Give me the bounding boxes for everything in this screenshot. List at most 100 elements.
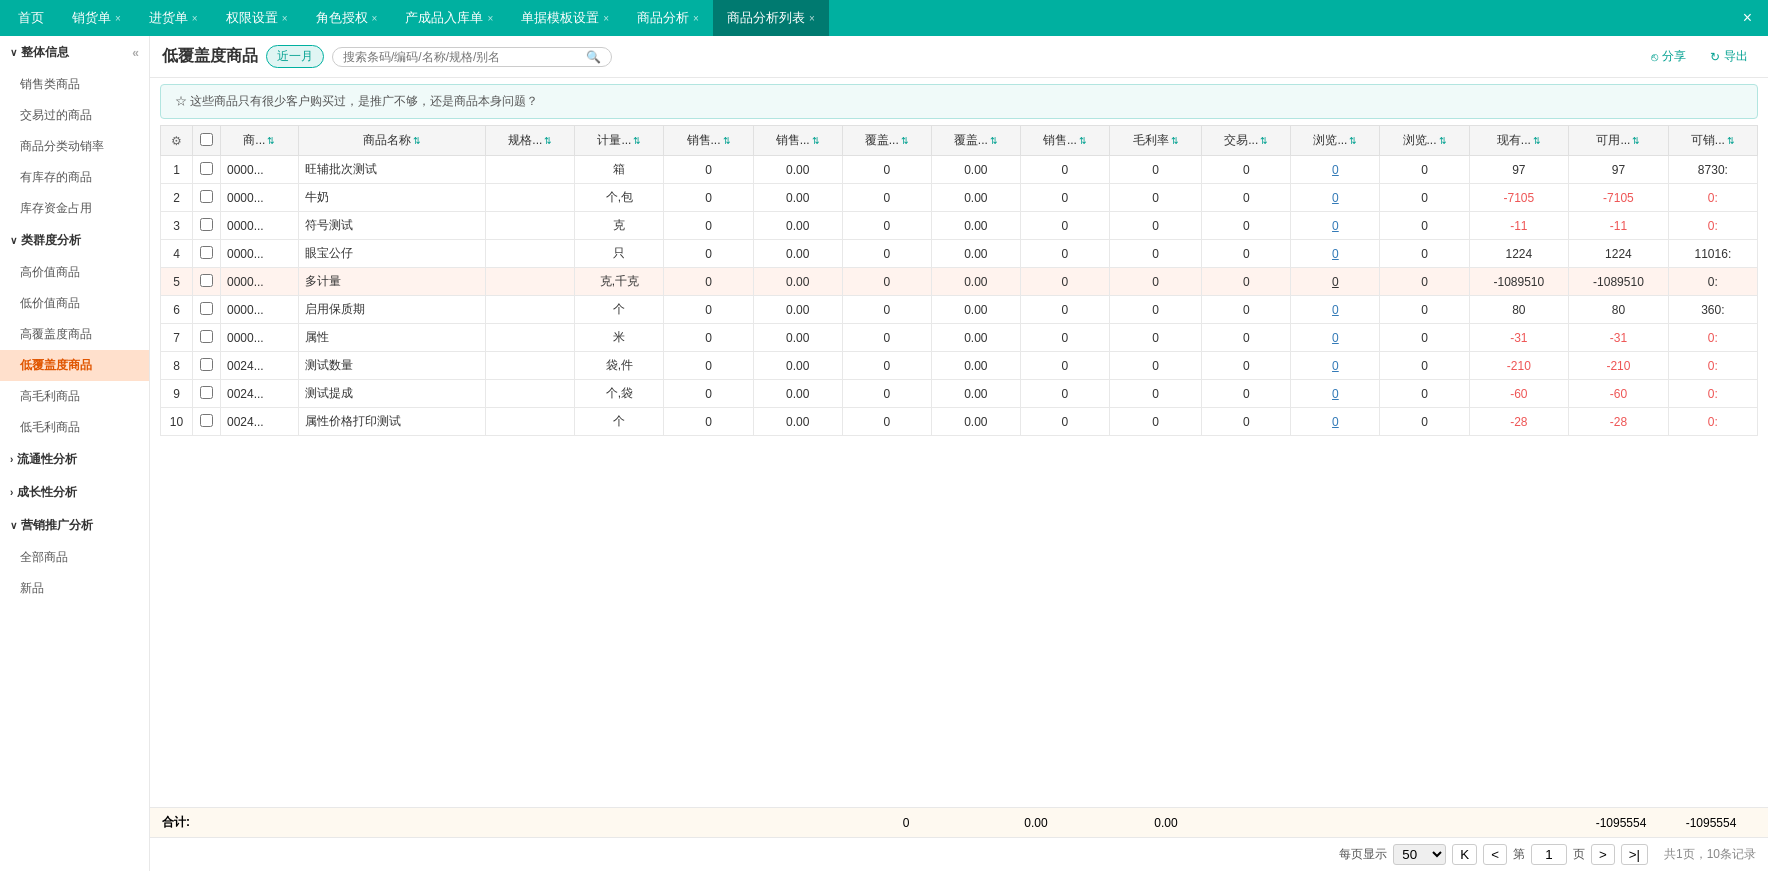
col-view2[interactable]: 浏览...⇅	[1380, 126, 1469, 156]
cell-checkbox[interactable]	[193, 240, 221, 268]
cell-view1[interactable]: 0	[1291, 268, 1380, 296]
col-stock[interactable]: 现有...⇅	[1469, 126, 1569, 156]
last-page-button[interactable]: >|	[1621, 844, 1648, 865]
sidebar-item-high-coverage[interactable]: 高覆盖度商品	[0, 319, 149, 350]
table-wrapper[interactable]: ⚙ 商...⇅ 商品名称⇅ 规格...⇅ 计量...⇅ 销售...⇅ 销售...…	[160, 125, 1758, 807]
cell-unit: 只	[575, 240, 664, 268]
sidebar-item-new-products[interactable]: 新品	[0, 573, 149, 604]
sidebar-item-category-rate[interactable]: 商品分类动销率	[0, 131, 149, 162]
col-code[interactable]: 商...⇅	[221, 126, 299, 156]
cell-checkbox[interactable]	[193, 408, 221, 436]
cell-view1[interactable]: 0	[1291, 240, 1380, 268]
row-checkbox[interactable]	[200, 414, 213, 427]
sidebar-item-high-margin[interactable]: 高毛利商品	[0, 381, 149, 412]
col-sales-amt[interactable]: 销售...⇅	[753, 126, 842, 156]
nav-purchase-close[interactable]: ×	[192, 13, 198, 24]
row-checkbox[interactable]	[200, 162, 213, 175]
nav-sales-order-close[interactable]: ×	[115, 13, 121, 24]
cell-view1[interactable]: 0	[1291, 352, 1380, 380]
cell-view1[interactable]: 0	[1291, 380, 1380, 408]
nav-sales-order[interactable]: 销货单 ×	[58, 0, 135, 36]
col-spec[interactable]: 规格...⇅	[486, 126, 575, 156]
nav-role[interactable]: 角色授权 ×	[302, 0, 392, 36]
nav-template[interactable]: 单据模板设置 ×	[507, 0, 623, 36]
settings-icon[interactable]: ⚙	[171, 134, 182, 148]
col-sales3[interactable]: 销售...⇅	[1020, 126, 1109, 156]
row-checkbox[interactable]	[200, 330, 213, 343]
share-button[interactable]: ⎋ 分享	[1643, 44, 1694, 69]
cell-view1[interactable]: 0	[1291, 156, 1380, 184]
nav-role-close[interactable]: ×	[372, 13, 378, 24]
sidebar-item-low-margin[interactable]: 低毛利商品	[0, 412, 149, 443]
nav-product-analysis-close[interactable]: ×	[693, 13, 699, 24]
nav-permission[interactable]: 权限设置 ×	[212, 0, 302, 36]
search-input[interactable]	[343, 50, 580, 64]
cell-checkbox[interactable]	[193, 324, 221, 352]
next-page-button[interactable]: >	[1591, 844, 1615, 865]
sidebar-item-low-coverage[interactable]: 低覆盖度商品	[0, 350, 149, 381]
nav-permission-close[interactable]: ×	[282, 13, 288, 24]
col-avail[interactable]: 可用...⇅	[1569, 126, 1669, 156]
per-page-select[interactable]: 50 100 200	[1393, 844, 1446, 865]
cell-view1[interactable]: 0	[1291, 324, 1380, 352]
sidebar-item-high-value[interactable]: 高价值商品	[0, 257, 149, 288]
sidebar-collapse-icon[interactable]: «	[132, 46, 139, 60]
nav-product-stock-close[interactable]: ×	[487, 13, 493, 24]
select-all-checkbox[interactable]	[200, 133, 213, 146]
nav-product-analysis-list-close[interactable]: ×	[809, 13, 815, 24]
row-checkbox[interactable]	[200, 190, 213, 203]
page-number-input[interactable]	[1531, 844, 1567, 865]
cell-view1[interactable]: 0	[1291, 296, 1380, 324]
nav-template-close[interactable]: ×	[603, 13, 609, 24]
search-icon[interactable]: 🔍	[586, 50, 601, 64]
nav-home[interactable]: 首页	[4, 0, 58, 36]
cell-view1[interactable]: 0	[1291, 408, 1380, 436]
col-setting[interactable]: ⚙	[161, 126, 193, 156]
nav-product-analysis-list[interactable]: 商品分析列表 ×	[713, 0, 829, 36]
sidebar-section-marketing[interactable]: ∨ 营销推广分析	[0, 509, 149, 542]
prev-page-button[interactable]: <	[1483, 844, 1507, 865]
cell-checkbox[interactable]	[193, 380, 221, 408]
nav-purchase[interactable]: 进货单 ×	[135, 0, 212, 36]
sidebar-item-stock-products[interactable]: 有库存的商品	[0, 162, 149, 193]
row-checkbox[interactable]	[200, 274, 213, 287]
sidebar-section-flow[interactable]: › 流通性分析	[0, 443, 149, 476]
row-checkbox[interactable]	[200, 386, 213, 399]
sidebar-section-overall[interactable]: ∨ 整体信息 «	[0, 36, 149, 69]
col-name[interactable]: 商品名称⇅	[298, 126, 486, 156]
col-cover1[interactable]: 覆盖...⇅	[842, 126, 931, 156]
cell-view1[interactable]: 0	[1291, 212, 1380, 240]
nav-product-analysis[interactable]: 商品分析 ×	[623, 0, 713, 36]
col-checkbox[interactable]	[193, 126, 221, 156]
sidebar-item-low-value[interactable]: 低价值商品	[0, 288, 149, 319]
sidebar-item-all-products[interactable]: 全部商品	[0, 542, 149, 573]
col-saleable[interactable]: 可销...⇅	[1668, 126, 1757, 156]
cell-checkbox[interactable]	[193, 268, 221, 296]
export-button[interactable]: ↻ 导出	[1702, 44, 1756, 69]
sidebar-item-sales-products[interactable]: 销售类商品	[0, 69, 149, 100]
window-close-button[interactable]: ×	[1731, 9, 1764, 27]
col-margin[interactable]: 毛利率⇅	[1110, 126, 1202, 156]
cell-view1[interactable]: 0	[1291, 184, 1380, 212]
nav-product-stock[interactable]: 产成品入库单 ×	[391, 0, 507, 36]
cell-checkbox[interactable]	[193, 184, 221, 212]
cell-checkbox[interactable]	[193, 352, 221, 380]
col-cover2[interactable]: 覆盖...⇅	[931, 126, 1020, 156]
sidebar-item-stock-capital[interactable]: 库存资金占用	[0, 193, 149, 224]
sidebar-section-cluster[interactable]: ∨ 类群度分析	[0, 224, 149, 257]
cell-checkbox[interactable]	[193, 212, 221, 240]
col-view1[interactable]: 浏览...⇅	[1291, 126, 1380, 156]
cell-checkbox[interactable]	[193, 296, 221, 324]
col-unit[interactable]: 计量...⇅	[575, 126, 664, 156]
row-checkbox[interactable]	[200, 358, 213, 371]
row-checkbox[interactable]	[200, 246, 213, 259]
cell-checkbox[interactable]	[193, 156, 221, 184]
row-checkbox[interactable]	[200, 302, 213, 315]
col-sales-qty[interactable]: 销售...⇅	[664, 126, 753, 156]
sidebar-section-growth[interactable]: › 成长性分析	[0, 476, 149, 509]
first-page-button[interactable]: K	[1452, 844, 1477, 865]
period-button[interactable]: 近一月	[266, 45, 324, 68]
sidebar-item-traded-products[interactable]: 交易过的商品	[0, 100, 149, 131]
col-trade[interactable]: 交易...⇅	[1202, 126, 1291, 156]
row-checkbox[interactable]	[200, 218, 213, 231]
